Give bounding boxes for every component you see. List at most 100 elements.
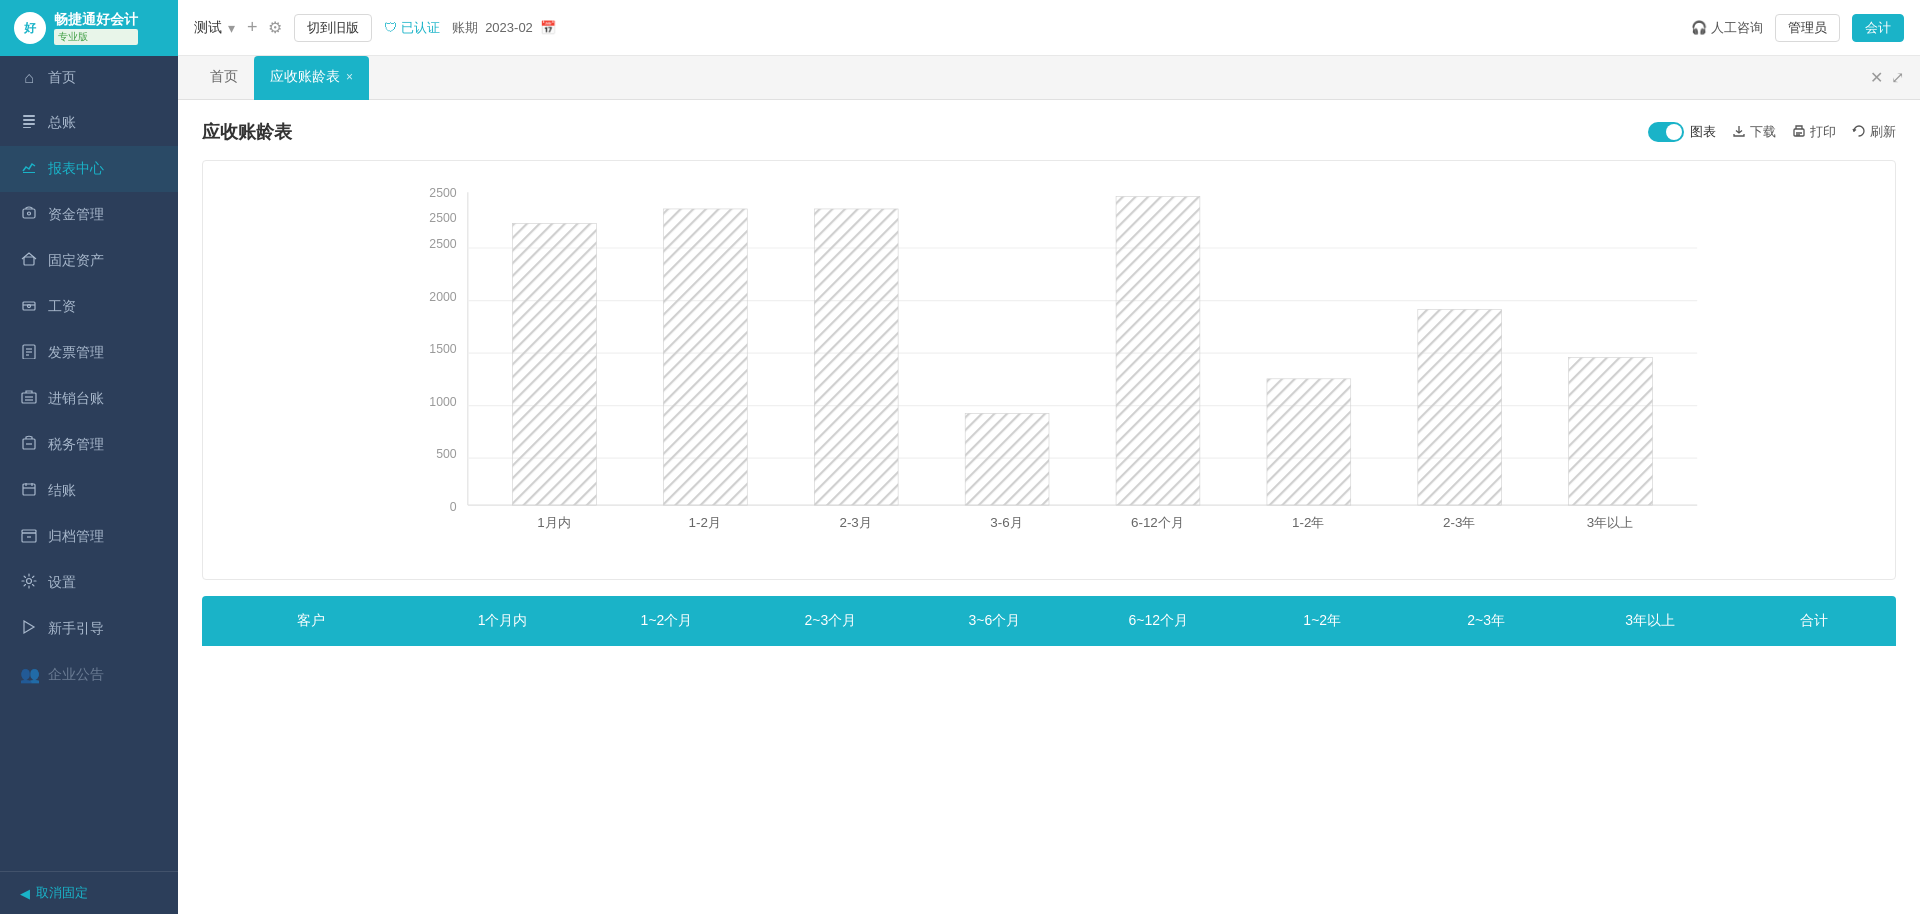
- bar-1month: [513, 223, 597, 505]
- home-icon: ⌂: [20, 69, 38, 87]
- chart-toggle[interactable]: [1648, 122, 1684, 142]
- calendar-icon[interactable]: 📅: [540, 20, 556, 35]
- svg-text:1500: 1500: [429, 342, 456, 356]
- print-btn[interactable]: 打印: [1792, 123, 1836, 141]
- svg-text:2-3年: 2-3年: [1443, 515, 1475, 530]
- svg-rect-2: [23, 123, 35, 125]
- svg-rect-14: [22, 393, 36, 403]
- sidebar-label-guide: 新手引导: [48, 620, 104, 638]
- svg-text:2500: 2500: [429, 237, 456, 251]
- sidebar-item-reports[interactable]: 报表中心: [0, 146, 178, 192]
- sidebar-label-reports: 报表中心: [48, 160, 104, 178]
- svg-text:3年以上: 3年以上: [1587, 515, 1633, 530]
- chart-area: 0 500 1000 1500 2000 2500 2500 2500: [202, 160, 1896, 580]
- svg-rect-4: [23, 172, 35, 173]
- admin-btn[interactable]: 管理员: [1775, 14, 1840, 42]
- accountant-btn[interactable]: 会计: [1852, 14, 1904, 42]
- logo-icon: 好: [14, 12, 46, 44]
- svg-rect-7: [24, 257, 34, 265]
- sidebar-item-ledger[interactable]: 总账: [0, 100, 178, 146]
- svg-text:3-6月: 3-6月: [990, 515, 1022, 530]
- svg-text:500: 500: [436, 447, 457, 461]
- headset-icon: 🎧: [1691, 20, 1707, 35]
- project-selector[interactable]: 测试 ▾: [194, 19, 235, 37]
- chart-toggle-wrap: 图表: [1648, 122, 1716, 142]
- sidebar-item-inventory[interactable]: 进销台账: [0, 376, 178, 422]
- svg-text:1000: 1000: [429, 395, 456, 409]
- svg-text:2500: 2500: [429, 211, 456, 225]
- sidebar-label-close: 结账: [48, 482, 76, 500]
- add-icon[interactable]: +: [247, 17, 258, 38]
- sidebar-label-archive: 归档管理: [48, 528, 104, 546]
- sidebar-label-home: 首页: [48, 69, 76, 87]
- col-customer: 客户: [202, 596, 421, 646]
- funds-icon: [20, 205, 38, 225]
- archive-icon: [20, 527, 38, 547]
- svg-point-6: [28, 212, 31, 215]
- svg-marker-27: [24, 621, 34, 633]
- sidebar-item-invoice[interactable]: 发票管理: [0, 330, 178, 376]
- ledger-icon: [20, 113, 38, 133]
- shield-icon: 🛡: [384, 20, 397, 35]
- guide-icon: [20, 619, 38, 639]
- close-period-icon: [20, 481, 38, 501]
- main-content: 测试 ▾ + ⚙ 切到旧版 🛡 已认证 账期 2023-02 📅 🎧 人工咨询 …: [178, 0, 1920, 914]
- close-btn[interactable]: ✕: [1870, 68, 1883, 87]
- sidebar-item-funds[interactable]: 资金管理: [0, 192, 178, 238]
- sidebar-item-assets[interactable]: 固定资产: [0, 238, 178, 284]
- tab-home-label: 首页: [210, 68, 238, 86]
- tax-icon: [20, 435, 38, 455]
- tab-ar-aging-label: 应收账龄表: [270, 68, 340, 86]
- certified-badge: 🛡 已认证: [384, 19, 440, 37]
- svg-rect-0: [23, 115, 35, 117]
- gear-icon[interactable]: ⚙: [268, 18, 282, 37]
- col-2-3year: 2~3年: [1404, 596, 1568, 646]
- svg-rect-24: [22, 530, 36, 533]
- sidebar-item-tax[interactable]: 税务管理: [0, 422, 178, 468]
- sidebar-item-archive[interactable]: 归档管理: [0, 514, 178, 560]
- svg-text:2000: 2000: [429, 290, 456, 304]
- dropdown-icon: ▾: [228, 20, 235, 36]
- sidebar-item-home[interactable]: ⌂ 首页: [0, 56, 178, 100]
- sidebar-item-settings[interactable]: 设置: [0, 560, 178, 606]
- topbar-actions: + ⚙: [247, 17, 282, 38]
- refresh-btn[interactable]: 刷新: [1852, 123, 1896, 141]
- page-inner: 应收账龄表 图表 下载: [178, 100, 1920, 914]
- sidebar-label-extra: 企业公告: [48, 666, 104, 684]
- expand-btn[interactable]: ⤢: [1891, 68, 1904, 87]
- download-btn[interactable]: 下载: [1732, 123, 1776, 141]
- reports-icon: [20, 159, 38, 179]
- bar-2-3year: [1418, 310, 1502, 506]
- svg-rect-3: [23, 127, 31, 128]
- sidebar-logo: 好 畅捷通好会计 专业版: [0, 0, 178, 56]
- col-2-3month: 2~3个月: [748, 596, 912, 646]
- sidebar-label-salary: 工资: [48, 298, 76, 316]
- sidebar-item-close[interactable]: 结账: [0, 468, 178, 514]
- tab-home[interactable]: 首页: [194, 56, 254, 100]
- switch-old-btn[interactable]: 切到旧版: [294, 14, 372, 42]
- topbar: 测试 ▾ + ⚙ 切到旧版 🛡 已认证 账期 2023-02 📅 🎧 人工咨询 …: [178, 0, 1920, 56]
- bar-2-3month: [814, 209, 898, 505]
- sidebar-item-guide[interactable]: 新手引导: [0, 606, 178, 652]
- support-btn[interactable]: 🎧 人工咨询: [1691, 19, 1763, 37]
- sidebar-label-settings: 设置: [48, 574, 76, 592]
- col-total: 合计: [1732, 596, 1896, 646]
- sidebar-label-tax: 税务管理: [48, 436, 104, 454]
- print-icon: [1792, 124, 1806, 141]
- bar-1-2year: [1267, 379, 1351, 505]
- window-controls: ✕ ⤢: [1870, 68, 1904, 87]
- bar-1-2month: [663, 209, 747, 505]
- sidebar-label-ledger: 总账: [48, 114, 76, 132]
- sidebar-item-extra[interactable]: 👥 企业公告: [0, 652, 178, 697]
- sidebar-nav: ⌂ 首页 总账 报表中心 资金管理: [0, 56, 178, 871]
- page-title: 应收账龄表: [202, 120, 292, 144]
- cancel-fixed-btn[interactable]: ◀ 取消固定: [0, 871, 178, 914]
- tab-close-btn[interactable]: ×: [346, 70, 353, 84]
- page-actions: 图表 下载 打印: [1648, 122, 1896, 142]
- invoice-icon: [20, 343, 38, 363]
- sidebar-item-salary[interactable]: 工资: [0, 284, 178, 330]
- sidebar-label-assets: 固定资产: [48, 252, 104, 270]
- tab-ar-aging[interactable]: 应收账龄表 ×: [254, 56, 369, 100]
- period-display: 账期 2023-02 📅: [452, 19, 557, 37]
- col-1-2year: 1~2年: [1240, 596, 1404, 646]
